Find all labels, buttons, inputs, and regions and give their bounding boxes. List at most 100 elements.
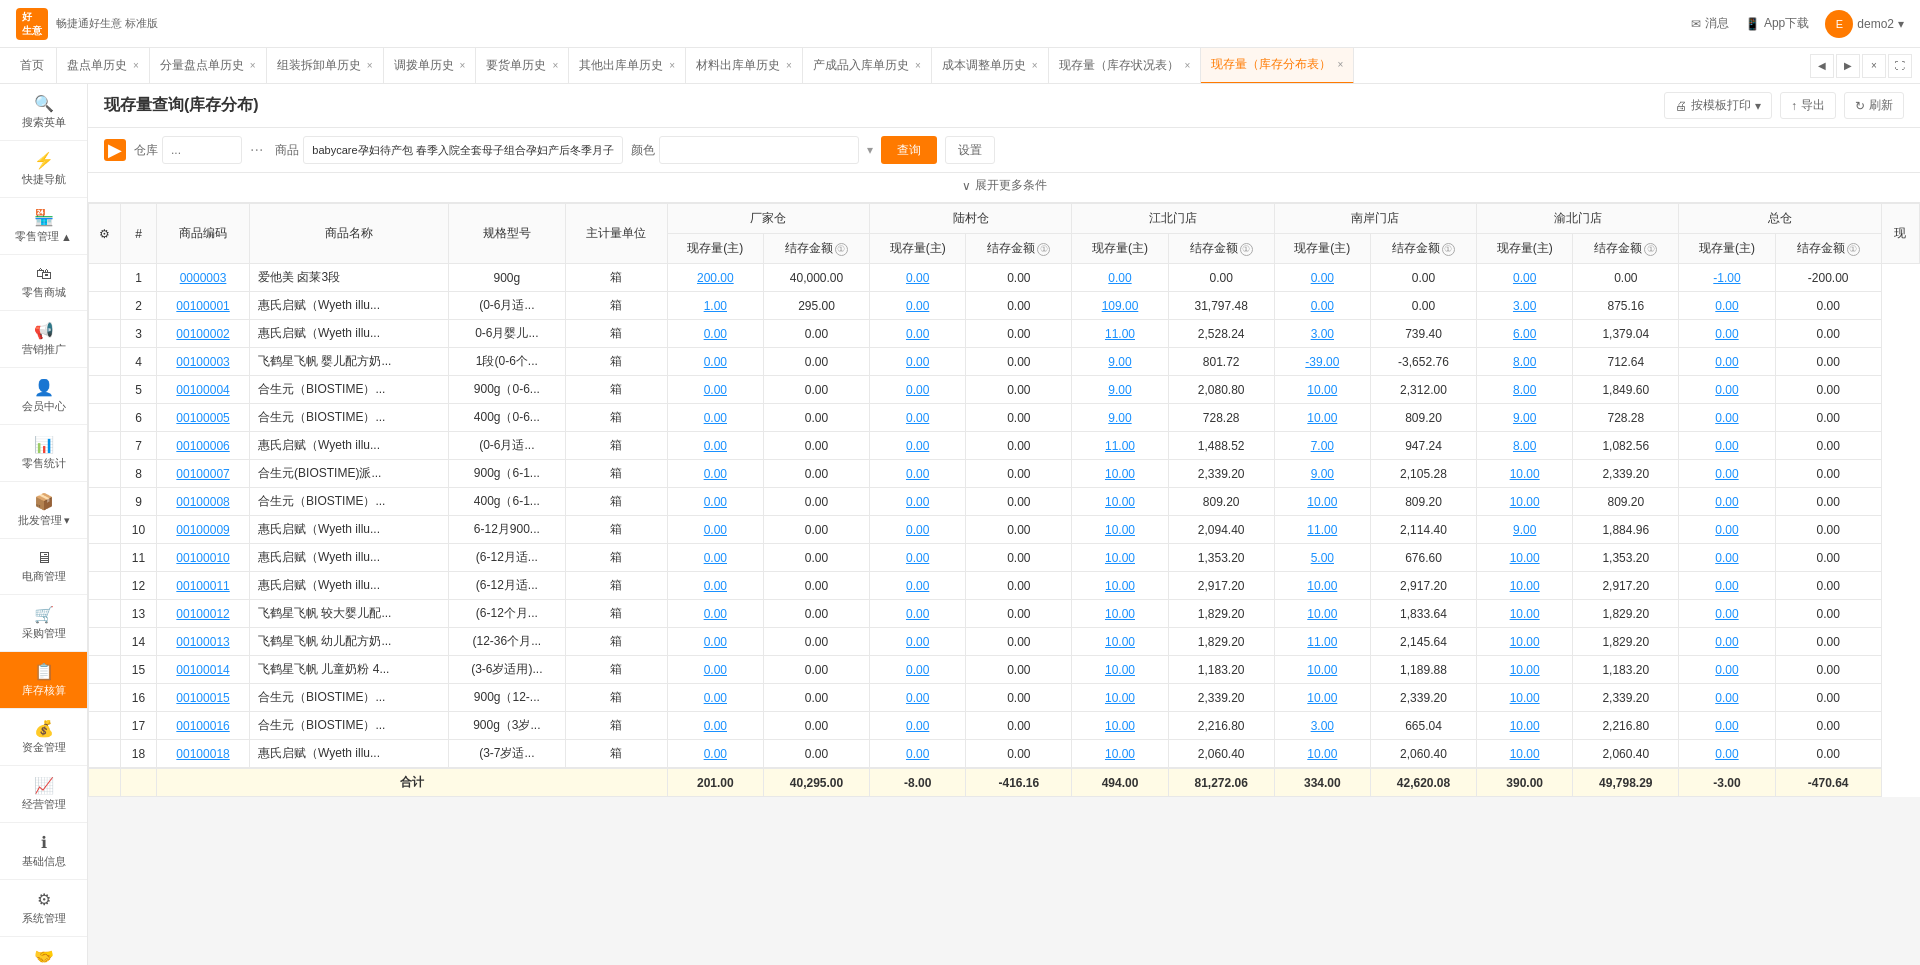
filter-toggle-btn[interactable]: ▶ bbox=[104, 139, 126, 161]
close-icon[interactable]: × bbox=[1337, 59, 1343, 70]
warehouse-dots[interactable]: ··· bbox=[246, 141, 267, 159]
close-icon[interactable]: × bbox=[460, 60, 466, 71]
sidebar-item-retail-stats[interactable]: 📊 零售统计 bbox=[0, 425, 87, 482]
tab-inventory-count[interactable]: 盘点单历史 × bbox=[57, 48, 150, 84]
close-icon[interactable]: × bbox=[1185, 60, 1191, 71]
tab-stock-status[interactable]: 现存量（库存状况表） × bbox=[1049, 48, 1202, 84]
row-val-0: 0.00 bbox=[667, 404, 764, 432]
row-index: 8 bbox=[121, 460, 157, 488]
nav-fullscreen[interactable]: ⛶ bbox=[1888, 54, 1912, 78]
row-settings[interactable] bbox=[89, 572, 121, 600]
warehouse-input[interactable] bbox=[162, 136, 242, 164]
sidebar-item-enterprise[interactable]: 🤝 企业协同 bbox=[0, 937, 87, 965]
sidebar-item-quick-nav[interactable]: ⚡ 快捷导航 bbox=[0, 141, 87, 198]
row-settings[interactable] bbox=[89, 348, 121, 376]
row-val-2: 0.00 bbox=[869, 460, 966, 488]
sidebar-item-retail-mgmt[interactable]: 🏪 零售管理 ▲ bbox=[0, 198, 87, 255]
row-settings[interactable] bbox=[89, 684, 121, 712]
row-spec: 1段(0-6个... bbox=[448, 348, 565, 376]
close-icon[interactable]: × bbox=[786, 60, 792, 71]
info-icon[interactable]: ① bbox=[1644, 243, 1657, 256]
info-icon[interactable]: ① bbox=[1240, 243, 1253, 256]
row-settings[interactable] bbox=[89, 292, 121, 320]
app-download-btn[interactable]: 📱 App下载 bbox=[1745, 15, 1809, 32]
info-icon[interactable]: ① bbox=[1037, 243, 1050, 256]
close-icon[interactable]: × bbox=[367, 60, 373, 71]
nav-close-all[interactable]: × bbox=[1862, 54, 1886, 78]
sidebar-item-finance[interactable]: 💰 资金管理 bbox=[0, 709, 87, 766]
row-settings[interactable] bbox=[89, 320, 121, 348]
row-settings[interactable] bbox=[89, 376, 121, 404]
expand-more-btn[interactable]: ∨ 展开更多条件 bbox=[962, 177, 1047, 194]
row-val-2: 0.00 bbox=[869, 628, 966, 656]
row-val-6: 10.00 bbox=[1274, 572, 1371, 600]
tab-transfer[interactable]: 调拨单历史 × bbox=[384, 48, 477, 84]
close-icon[interactable]: × bbox=[133, 60, 139, 71]
sidebar-item-inventory[interactable]: 📋 库存核算 bbox=[0, 652, 87, 709]
product-input[interactable] bbox=[303, 136, 623, 164]
row-val-11: 0.00 bbox=[1775, 544, 1881, 572]
tab-purchase-req[interactable]: 要货单历史 × bbox=[476, 48, 569, 84]
tab-cost-adjust[interactable]: 成本调整单历史 × bbox=[932, 48, 1049, 84]
row-settings[interactable] bbox=[89, 264, 121, 292]
setting-btn[interactable]: 设置 bbox=[945, 136, 995, 164]
tab-other-out[interactable]: 其他出库单历史 × bbox=[569, 48, 686, 84]
info-icon[interactable]: ① bbox=[835, 243, 848, 256]
row-settings[interactable] bbox=[89, 628, 121, 656]
table-wrapper[interactable]: ⚙ # 商品编码 商品名称 规格型号 主计量单位 厂家仓 陆村仓 江北门店 南岸… bbox=[88, 203, 1920, 965]
sidebar-item-retail-mall[interactable]: 🛍 零售商城 bbox=[0, 255, 87, 311]
row-settings[interactable] bbox=[89, 460, 121, 488]
row-val-5: 1,183.20 bbox=[1168, 656, 1274, 684]
row-settings[interactable] bbox=[89, 432, 121, 460]
row-settings[interactable] bbox=[89, 712, 121, 740]
row-val-3: 0.00 bbox=[966, 516, 1072, 544]
col-wh2-sub1: 现存量(主) bbox=[869, 234, 966, 264]
message-btn[interactable]: ✉ 消息 bbox=[1691, 15, 1729, 32]
table-row: 17 00100016 合生元（BIOSTIME）... 900g（3岁... … bbox=[89, 712, 1920, 740]
col-settings[interactable]: ⚙ bbox=[89, 204, 121, 264]
sidebar-item-ecommerce[interactable]: 🖥 电商管理 bbox=[0, 539, 87, 595]
sidebar-item-system[interactable]: ⚙ 系统管理 bbox=[0, 880, 87, 937]
sidebar-item-marketing[interactable]: 📢 营销推广 bbox=[0, 311, 87, 368]
close-icon[interactable]: × bbox=[1032, 60, 1038, 71]
row-val-7: 2,145.64 bbox=[1371, 628, 1477, 656]
sidebar-item-basic-info[interactable]: ℹ 基础信息 bbox=[0, 823, 87, 880]
info-icon[interactable]: ① bbox=[1442, 243, 1455, 256]
close-icon[interactable]: × bbox=[552, 60, 558, 71]
sidebar-item-member[interactable]: 👤 会员中心 bbox=[0, 368, 87, 425]
row-settings[interactable] bbox=[89, 488, 121, 516]
tab-home[interactable]: 首页 bbox=[8, 48, 57, 84]
row-index: 14 bbox=[121, 628, 157, 656]
row-settings[interactable] bbox=[89, 516, 121, 544]
tab-branch-count[interactable]: 分量盘点单历史 × bbox=[150, 48, 267, 84]
table-row: 9 00100008 合生元（BIOSTIME）... 400g（6-1... … bbox=[89, 488, 1920, 516]
user-menu[interactable]: E demo2 ▾ bbox=[1825, 10, 1904, 38]
tab-stock-dist[interactable]: 现存量（库存分布表） × bbox=[1201, 48, 1354, 84]
print-btn[interactable]: 🖨 按模板打印 ▾ bbox=[1664, 92, 1772, 119]
sidebar-item-purchase[interactable]: 🛒 采购管理 bbox=[0, 595, 87, 652]
close-icon[interactable]: × bbox=[915, 60, 921, 71]
sidebar-item-search[interactable]: 🔍 搜索英单 bbox=[0, 84, 87, 141]
export-btn[interactable]: ↑ 导出 bbox=[1780, 92, 1836, 119]
tab-material-out[interactable]: 材料出库单历史 × bbox=[686, 48, 803, 84]
store-icon: 🏪 bbox=[4, 208, 83, 227]
row-spec: (0-6月适... bbox=[448, 432, 565, 460]
row-settings[interactable] bbox=[89, 544, 121, 572]
color-input[interactable] bbox=[659, 136, 859, 164]
tab-assembly[interactable]: 组装拆卸单历史 × bbox=[267, 48, 384, 84]
nav-left-arrow[interactable]: ◀ bbox=[1810, 54, 1834, 78]
row-settings[interactable] bbox=[89, 404, 121, 432]
close-icon[interactable]: × bbox=[250, 60, 256, 71]
refresh-btn[interactable]: ↻ 刷新 bbox=[1844, 92, 1904, 119]
tab-product-in[interactable]: 产成品入库单历史 × bbox=[803, 48, 932, 84]
sidebar-item-wholesale[interactable]: 📦 批发管理 ▾ bbox=[0, 482, 87, 539]
row-settings[interactable] bbox=[89, 740, 121, 769]
row-settings[interactable] bbox=[89, 656, 121, 684]
search-btn[interactable]: 查询 bbox=[881, 136, 937, 164]
row-settings[interactable] bbox=[89, 600, 121, 628]
close-icon[interactable]: × bbox=[669, 60, 675, 71]
nav-right-arrow[interactable]: ▶ bbox=[1836, 54, 1860, 78]
sidebar-item-operations[interactable]: 📈 经营管理 bbox=[0, 766, 87, 823]
row-val-0: 0.00 bbox=[667, 656, 764, 684]
info-icon[interactable]: ① bbox=[1847, 243, 1860, 256]
